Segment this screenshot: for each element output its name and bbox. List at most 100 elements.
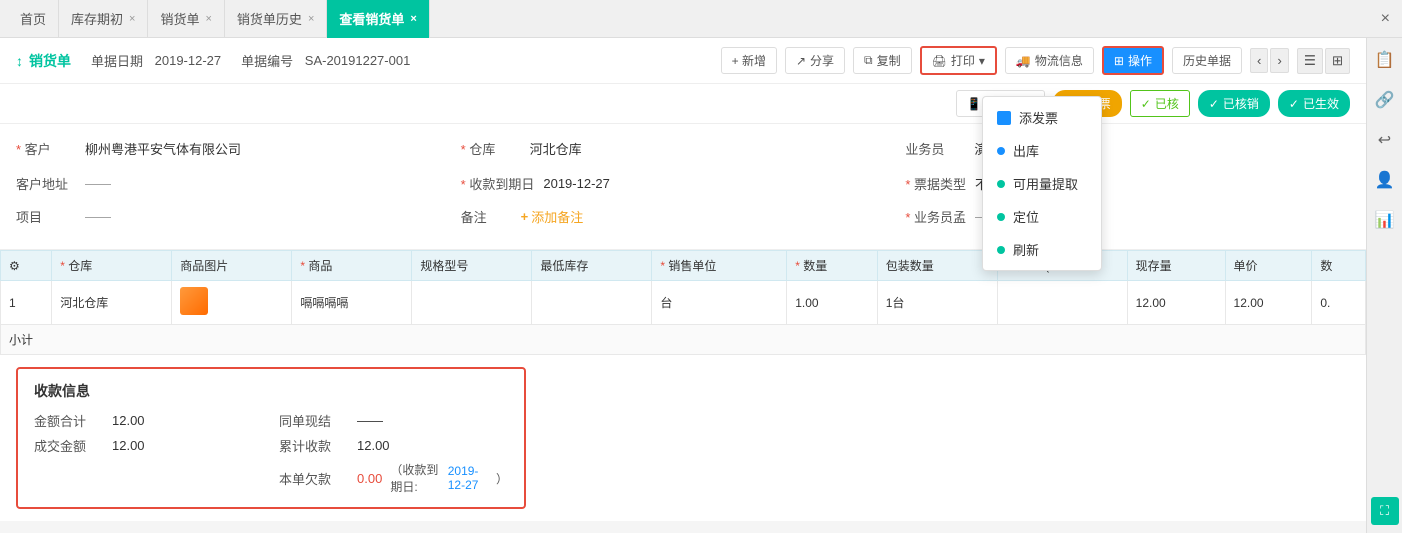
- form-row-2: 客户地址 —— 收款到期日 2019-12-27 票据类型 不开票: [16, 171, 1350, 196]
- dropdown-available[interactable]: 可用量提取: [983, 167, 1101, 200]
- row-no: 1: [1, 281, 52, 325]
- window-close-button[interactable]: ×: [1381, 10, 1390, 28]
- deal-value: 12.00: [112, 438, 145, 453]
- row-min-stock: [532, 281, 652, 325]
- data-table: ⚙ 仓库 商品图片 商品 规格型号 最低库存 销售单位 数量 包装数量 可用量 …: [0, 250, 1366, 355]
- print-dropdown-icon: ▾: [979, 54, 985, 68]
- row-pack-qty: 1台: [877, 281, 997, 325]
- dropdown-refresh[interactable]: 刷新: [983, 233, 1101, 266]
- col-unit-price: 单价: [1225, 251, 1312, 281]
- row-spec: [412, 281, 532, 325]
- owed-note: （收款到期日:: [390, 461, 439, 495]
- business-field: 业务员孟 ——: [905, 206, 1350, 227]
- address-label: 客户地址: [16, 174, 76, 193]
- payment-item-cumulative: 累计收款 12.00: [279, 436, 508, 455]
- sidebar-icon-5[interactable]: 📊: [1371, 206, 1399, 234]
- customer-field: 客户 柳州粤港平安气体有限公司: [16, 136, 461, 161]
- operations-dropdown: 添发票 出库 可用量提取 定位 刷新: [982, 96, 1102, 271]
- print-button[interactable]: 🖨 打印 ▾: [920, 46, 997, 75]
- prev-button[interactable]: ‹: [1250, 48, 1268, 73]
- total-label: 金额合计: [34, 411, 104, 430]
- total-value: 12.00: [112, 413, 145, 428]
- row-unit-price: 12.00: [1225, 281, 1312, 325]
- form-section: 客户 柳州粤港平安气体有限公司 仓库 河北仓库 业务员 演示账号 客户地址 ——: [0, 124, 1366, 250]
- right-sidebar: 📋 🔗 ↩ 👤 📊 ⛶: [1366, 38, 1402, 521]
- dropdown-locate[interactable]: 定位: [983, 200, 1101, 233]
- form-row-1: 客户 柳州粤港平安气体有限公司 仓库 河北仓库 业务员 演示账号: [16, 136, 1350, 161]
- payment-grid: 金额合计 12.00 同单现结 —— 成交金额 12.00 累计收款 12.00: [34, 411, 508, 495]
- row-qty: 1.00: [787, 281, 878, 325]
- project-field: 项目 ——: [16, 206, 461, 227]
- sidebar-icon-2[interactable]: 🔗: [1371, 86, 1399, 114]
- sidebar-icon-3[interactable]: ↩: [1374, 126, 1395, 154]
- grid-view-button[interactable]: ⊞: [1325, 48, 1350, 74]
- sidebar-icon-1[interactable]: 📋: [1371, 46, 1399, 74]
- row-available: [997, 281, 1127, 325]
- tab-inventory-init[interactable]: 库存期初 ×: [59, 0, 148, 38]
- tab-sales-history-close[interactable]: ×: [308, 13, 314, 25]
- col-pack-qty: 包装数量: [877, 251, 997, 281]
- owed-label: 本单欠款: [279, 469, 349, 488]
- next-button[interactable]: ›: [1270, 48, 1288, 73]
- note-field: 备注 添加备注: [461, 207, 906, 226]
- copy-button[interactable]: ⧉ 复制: [853, 47, 912, 74]
- note-label: 备注: [461, 207, 521, 226]
- add-note-button[interactable]: 添加备注: [521, 207, 584, 226]
- product-image: [180, 287, 208, 315]
- staff-field: 业务员 演示账号: [905, 136, 1350, 161]
- tab-inventory-init-close[interactable]: ×: [129, 13, 135, 25]
- effective-icon: ✓: [1289, 97, 1299, 111]
- list-view-button[interactable]: ☰: [1297, 48, 1323, 74]
- due-date-label: 收款到期日: [461, 174, 535, 193]
- cumulative-value: 12.00: [357, 438, 390, 453]
- tab-sales-order-close[interactable]: ×: [205, 13, 211, 25]
- tab-bar: 首页 库存期初 × 销货单 × 销货单历史 × 查看销货单 × ×: [0, 0, 1402, 38]
- col-min-stock: 最低库存: [532, 251, 652, 281]
- doc-number-label: 单据编号 SA-20191227-001: [241, 51, 410, 70]
- payment-item-owed: 本单欠款 0.00 （收款到期日: 2019-12-27 ）: [279, 461, 508, 495]
- col-qty: 数量: [787, 251, 878, 281]
- share-icon: ↗: [796, 54, 806, 68]
- project-value: ——: [76, 206, 196, 227]
- tab-view-sales[interactable]: 查看销货单 ×: [327, 0, 429, 38]
- sidebar-icon-4[interactable]: 👤: [1371, 166, 1399, 194]
- subtotal-label: 小计: [1, 325, 1366, 355]
- logistics-button[interactable]: 🚚 物流信息: [1005, 47, 1094, 74]
- effective-button[interactable]: ✓ 已生效: [1278, 90, 1350, 117]
- same-settle-value: ——: [357, 413, 383, 428]
- tab-sales-history[interactable]: 销货单历史 ×: [225, 0, 327, 38]
- new-button[interactable]: + 新增: [721, 47, 777, 74]
- due-date-field: 收款到期日 2019-12-27: [461, 173, 906, 194]
- table-header-row: ⚙ 仓库 商品图片 商品 规格型号 最低库存 销售单位 数量 包装数量 可用量 …: [1, 251, 1366, 281]
- logistics-icon: 🚚: [1016, 54, 1031, 68]
- due-date-value: 2019-12-27: [534, 173, 654, 194]
- locate-icon: [997, 213, 1005, 221]
- refresh-icon: [997, 246, 1005, 254]
- copy-icon: ⧉: [864, 53, 873, 68]
- tab-view-sales-close[interactable]: ×: [410, 13, 416, 25]
- row-current: 12.00: [1127, 281, 1225, 325]
- content-area: ↕ 销货单 单据日期 2019-12-27 单据编号 SA-20191227-0…: [0, 38, 1366, 509]
- history-button[interactable]: 历史单据: [1172, 47, 1242, 74]
- share-button[interactable]: ↗ 分享: [785, 47, 845, 74]
- phone-icon: 📱: [967, 97, 982, 111]
- operations-button[interactable]: ⊞ 操作: [1102, 46, 1164, 75]
- page-wrapper: 首页 库存期初 × 销货单 × 销货单历史 × 查看销货单 × × ↕ 销货单: [0, 0, 1402, 521]
- address-field: 客户地址 ——: [16, 173, 461, 194]
- col-sales-unit: 销售单位: [652, 251, 787, 281]
- checked-button[interactable]: ✓ 已核: [1130, 90, 1190, 117]
- project-label: 项目: [16, 207, 76, 226]
- cancelled-button[interactable]: ✓ 已核销: [1198, 90, 1270, 117]
- doc-actions: + 新增 ↗ 分享 ⧉ 复制 🖨 打印 ▾ 🚚 物流信息: [721, 46, 1350, 75]
- table-section: ⚙ 仓库 商品图片 商品 规格型号 最低库存 销售单位 数量 包装数量 可用量 …: [0, 250, 1366, 355]
- status-bar: 📱 来自手机 ● 未开票 ✓ 已核 ✓ 已核销 ✓ 已生效: [0, 84, 1366, 124]
- dropdown-add-invoice[interactable]: 添发票: [983, 101, 1101, 134]
- tab-sales-order[interactable]: 销货单 ×: [148, 0, 224, 38]
- dropdown-outbound[interactable]: 出库: [983, 134, 1101, 167]
- owed-value: 0.00: [357, 471, 382, 486]
- sidebar-expand-button[interactable]: ⛶: [1371, 497, 1399, 521]
- owed-date: 2019-12-27: [448, 464, 488, 492]
- doc-date-label: 单据日期 2019-12-27: [91, 51, 221, 70]
- outbound-icon: [997, 147, 1005, 155]
- tab-home[interactable]: 首页: [8, 0, 59, 38]
